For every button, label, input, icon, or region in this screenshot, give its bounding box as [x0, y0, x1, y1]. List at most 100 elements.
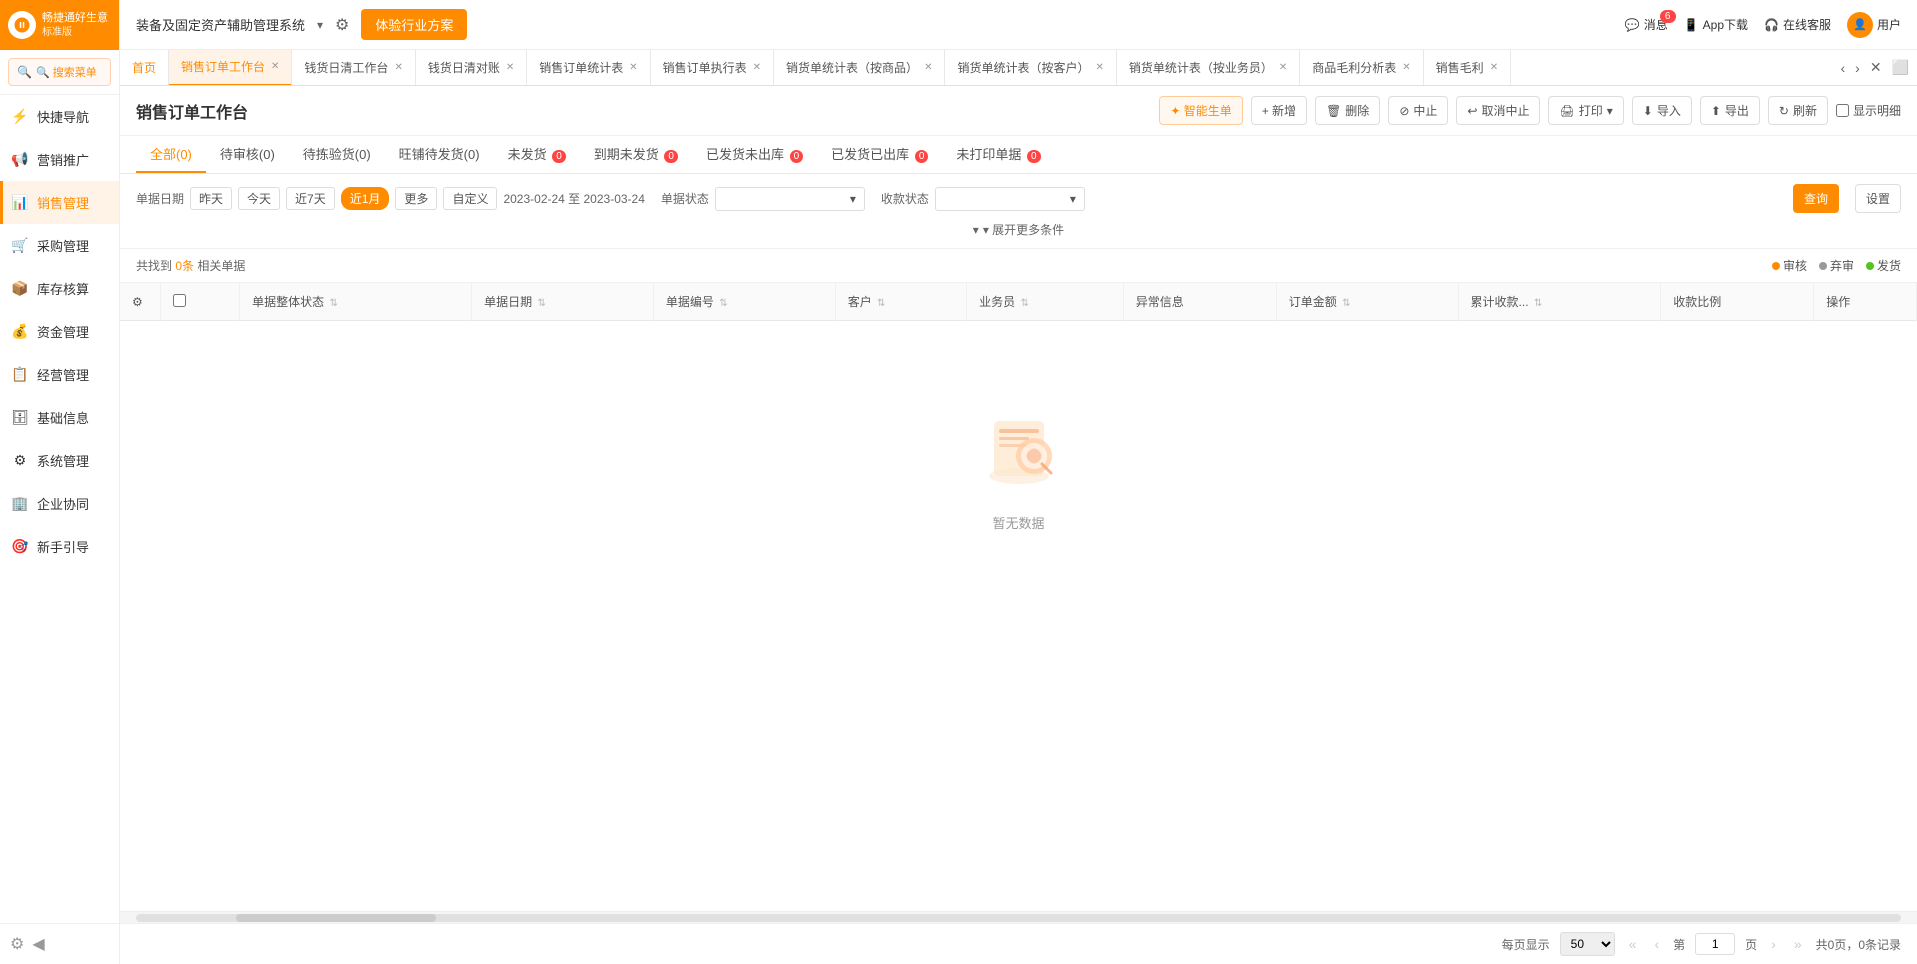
select-all-checkbox[interactable]	[173, 294, 186, 307]
tab-home[interactable]: 首页	[120, 50, 169, 86]
stop-button[interactable]: ⊘ 中止	[1388, 96, 1448, 125]
status-select[interactable]: ▾	[715, 187, 865, 211]
col-settings[interactable]: ⚙	[120, 283, 160, 321]
tab-close-sales-profit[interactable]: ✕	[1490, 62, 1498, 73]
sidebar-item-marketing[interactable]: 📢 营销推广	[0, 138, 119, 181]
sub-tab-pending-inspect[interactable]: 待拣验货(0)	[289, 136, 385, 173]
tabs-maximize-button[interactable]: ⬜	[1888, 57, 1913, 78]
sidebar-item-operations[interactable]: 📋 经营管理	[0, 353, 119, 396]
col-received[interactable]: 累计收款... ⇅	[1458, 283, 1661, 321]
horizontal-scrollbar[interactable]	[120, 911, 1917, 923]
user-avatar[interactable]: 👤 用户	[1847, 12, 1901, 38]
tab-close-sales-order[interactable]: ✕	[271, 61, 279, 72]
tab-sales-stat[interactable]: 销售订单统计表 ✕	[527, 50, 650, 86]
payment-select[interactable]: ▾	[935, 187, 1085, 211]
col-number[interactable]: 单据编号 ⇅	[653, 283, 835, 321]
delete-button[interactable]: 🗑 删除	[1315, 96, 1380, 125]
tab-close-sales-stat[interactable]: ✕	[629, 62, 637, 73]
date-btn-7days[interactable]: 近7天	[286, 187, 335, 210]
col-status[interactable]: 单据整体状态 ⇅	[240, 283, 472, 321]
col-customer[interactable]: 客户 ⇅	[835, 283, 966, 321]
unaudit-action-button[interactable]: 弃审	[1819, 257, 1854, 274]
import-button[interactable]: ⬇ 导入	[1632, 96, 1692, 125]
ship-action-button[interactable]: 发货	[1866, 257, 1901, 274]
online-service-button[interactable]: 🎧 在线客服	[1764, 16, 1831, 33]
app-download-button[interactable]: 📱 App下载	[1684, 16, 1748, 33]
tab-close-sales-stat-product[interactable]: ✕	[924, 62, 932, 73]
smart-generate-button[interactable]: ✦ 智能生单	[1159, 96, 1242, 125]
summary-bar: 共找到 0条 相关单据 审核 弃审 发货	[120, 249, 1917, 283]
tab-close-cash-clear[interactable]: ✕	[394, 62, 402, 73]
tab-sales-profit[interactable]: 销售毛利 ✕	[1424, 50, 1511, 86]
tab-close-gross-analysis[interactable]: ✕	[1402, 62, 1410, 73]
export-button[interactable]: ⬆ 导出	[1700, 96, 1760, 125]
settings-filter-button[interactable]: 设置	[1855, 184, 1901, 213]
tab-sales-order[interactable]: 销售订单工作台 ✕	[169, 50, 292, 86]
sidebar-item-quick-nav[interactable]: ⚡ 快捷导航	[0, 95, 119, 138]
sidebar-item-enterprise[interactable]: 🏢 企业协同	[0, 482, 119, 525]
sub-tab-not-shipped[interactable]: 未发货 0	[494, 136, 580, 173]
next-page-button[interactable]: ›	[1767, 934, 1780, 954]
sidebar-settings-button[interactable]: ⚙	[10, 934, 24, 954]
tab-sales-stat-customer[interactable]: 销货单统计表（按客户） ✕	[945, 50, 1116, 86]
sub-tab-overdue-ship[interactable]: 到期未发货 0	[580, 136, 692, 173]
col-staff[interactable]: 业务员 ⇅	[967, 283, 1124, 321]
sub-tab-shipped-not-out[interactable]: 已发货未出库 0	[692, 136, 817, 173]
top-header: 装备及固定资产辅助管理系统 ▾ ⚙ 体验行业方案 💬 消息 6 📱 App下载 …	[120, 0, 1917, 50]
sub-tab-pending-review[interactable]: 待审核(0)	[206, 136, 289, 173]
page-input[interactable]	[1695, 933, 1735, 955]
tabs-scroll-right-button[interactable]: ›	[1851, 58, 1864, 78]
search-menu-button[interactable]: 🔍 🔍 搜索菜单	[8, 58, 111, 86]
tab-sales-exec[interactable]: 销售订单执行表 ✕	[651, 50, 774, 86]
tab-close-cash-reconcile[interactable]: ✕	[506, 62, 514, 73]
tab-cash-clear[interactable]: 钱货日清工作台 ✕	[292, 50, 415, 86]
first-page-button[interactable]: «	[1625, 934, 1641, 954]
sidebar-item-base-info[interactable]: 🗄 基础信息	[0, 396, 119, 439]
tab-gross-analysis[interactable]: 商品毛利分析表 ✕	[1300, 50, 1423, 86]
date-btn-1month[interactable]: 近1月	[341, 187, 390, 210]
expand-more-conditions-button[interactable]: ▾ ▾ 展开更多条件	[973, 221, 1064, 238]
tab-cash-reconcile[interactable]: 钱货日清对账 ✕	[416, 50, 527, 86]
cancel-stop-button[interactable]: ↩ 取消中止	[1456, 96, 1540, 125]
prev-page-button[interactable]: ‹	[1650, 934, 1663, 954]
system-dropdown-button[interactable]: ▾	[317, 18, 323, 32]
sub-tab-wangpu-ship[interactable]: 旺铺待发货(0)	[385, 136, 494, 173]
refresh-button[interactable]: ↻ 刷新	[1768, 96, 1828, 125]
print-button[interactable]: 🖨 打印 ▾	[1548, 96, 1623, 125]
sub-tab-all[interactable]: 全部(0)	[136, 136, 206, 173]
sidebar-item-purchase[interactable]: 🛒 采购管理	[0, 224, 119, 267]
col-amount[interactable]: 订单金额 ⇅	[1276, 283, 1458, 321]
settings-button[interactable]: ⚙	[335, 15, 349, 35]
add-button[interactable]: + 新增	[1251, 96, 1307, 125]
tab-sales-stat-staff[interactable]: 销货单统计表（按业务员） ✕	[1117, 50, 1300, 86]
search-button[interactable]: 查询	[1793, 184, 1839, 213]
sidebar-item-inventory[interactable]: 📦 库存核算	[0, 267, 119, 310]
tab-close-sales-stat-staff[interactable]: ✕	[1279, 62, 1287, 73]
per-page-select[interactable]: 10 20 50 100	[1560, 932, 1615, 956]
show-detail-checkbox[interactable]	[1836, 104, 1849, 117]
sidebar-item-sales[interactable]: 📊 销售管理	[0, 181, 119, 224]
tab-sales-stat-product[interactable]: 销货单统计表（按商品） ✕	[774, 50, 945, 86]
sidebar-item-newbie[interactable]: 🎯 新手引导	[0, 525, 119, 568]
col-checkbox[interactable]	[160, 283, 240, 321]
scrollbar-thumb[interactable]	[236, 914, 436, 922]
tab-close-sales-stat-customer[interactable]: ✕	[1095, 62, 1103, 73]
industry-solution-button[interactable]: 体验行业方案	[361, 9, 467, 40]
date-btn-today[interactable]: 今天	[238, 187, 280, 210]
date-btn-custom[interactable]: 自定义	[443, 187, 497, 210]
show-detail-checkbox-label[interactable]: 显示明细	[1836, 102, 1901, 119]
date-btn-yesterday[interactable]: 昨天	[190, 187, 232, 210]
sidebar-item-finance[interactable]: 💰 资金管理	[0, 310, 119, 353]
sidebar-collapse-button[interactable]: ◀	[32, 934, 44, 954]
tabs-close-all-button[interactable]: ✕	[1866, 57, 1886, 78]
sub-tab-shipped-out[interactable]: 已发货已出库 0	[817, 136, 942, 173]
col-date[interactable]: 单据日期 ⇅	[472, 283, 654, 321]
tab-close-sales-exec[interactable]: ✕	[753, 62, 761, 73]
message-button[interactable]: 💬 消息 6	[1625, 16, 1668, 33]
sub-tab-not-printed[interactable]: 未打印单据 0	[942, 136, 1054, 173]
tabs-scroll-left-button[interactable]: ‹	[1836, 58, 1849, 78]
audit-action-button[interactable]: 审核	[1772, 257, 1807, 274]
sidebar-item-system[interactable]: ⚙ 系统管理	[0, 439, 119, 482]
last-page-button[interactable]: »	[1790, 934, 1806, 954]
date-btn-more[interactable]: 更多	[395, 187, 437, 210]
